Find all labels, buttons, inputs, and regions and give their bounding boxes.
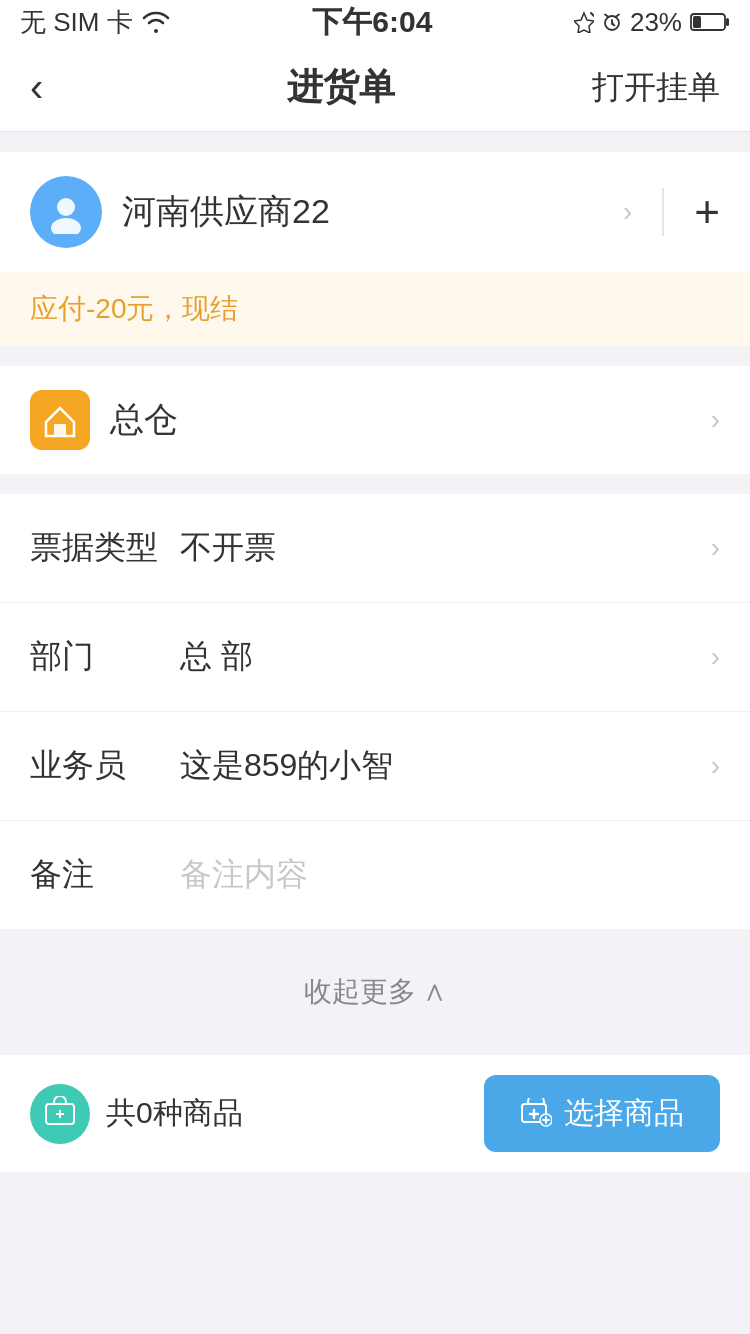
- select-goods-button[interactable]: 选择商品: [484, 1075, 720, 1152]
- location-icon: [574, 11, 594, 33]
- goods-icon: [30, 1084, 90, 1144]
- select-goods-label: 选择商品: [564, 1093, 684, 1134]
- collapse-row[interactable]: 收起更多 ∧: [0, 949, 750, 1035]
- goods-info: 共0种商品: [30, 1084, 243, 1144]
- supplier-divider: [662, 188, 664, 236]
- salesperson-label: 业务员: [30, 744, 160, 788]
- status-bar: 无 SIM 卡 下午6:04 23%: [0, 0, 750, 44]
- nav-bar: ‹ 进货单 打开挂单: [0, 44, 750, 132]
- house-icon: [42, 402, 78, 438]
- supplier-section: 河南供应商22 › + 应付-20元，现结: [0, 152, 750, 346]
- status-bar-right: 23%: [574, 7, 730, 38]
- salesperson-value: 这是859的小智: [160, 744, 711, 788]
- cart-icon: [42, 1096, 78, 1132]
- remarks-row[interactable]: 备注 备注内容: [0, 821, 750, 929]
- battery-percent: 23%: [630, 7, 682, 38]
- svg-rect-3: [693, 16, 701, 28]
- invoice-type-label: 票据类型: [30, 526, 160, 570]
- supplier-avatar: [30, 176, 102, 248]
- wifi-icon: [141, 11, 171, 33]
- gray-fill: [0, 1172, 750, 1334]
- avatar-icon: [44, 190, 88, 234]
- salesperson-row[interactable]: 业务员 这是859的小智 ›: [0, 712, 750, 821]
- warehouse-row[interactable]: 总仓 ›: [0, 366, 750, 474]
- remarks-input[interactable]: 备注内容: [160, 853, 720, 897]
- alarm-icon: [602, 11, 622, 33]
- svg-rect-6: [54, 424, 66, 436]
- supplier-add-button[interactable]: +: [694, 187, 720, 237]
- battery-icon: [690, 11, 730, 33]
- back-button[interactable]: ‹: [30, 65, 90, 110]
- content: 河南供应商22 › + 应付-20元，现结 总仓 › 票据类型 不开票 ›: [0, 152, 750, 1334]
- warehouse-icon: [30, 390, 90, 450]
- department-arrow: ›: [711, 641, 720, 673]
- status-bar-time: 下午6:04: [312, 2, 432, 43]
- goods-count: 共0种商品: [106, 1093, 243, 1134]
- invoice-type-value: 不开票: [160, 526, 711, 570]
- department-row[interactable]: 部门 总 部 ›: [0, 603, 750, 712]
- supplier-arrow-icon: ›: [623, 196, 632, 228]
- warehouse-name: 总仓: [110, 397, 711, 443]
- department-value: 总 部: [160, 635, 711, 679]
- page-title: 进货单: [287, 63, 395, 112]
- collapse-label: 收起更多 ∧: [304, 973, 447, 1011]
- notice-banner: 应付-20元，现结: [0, 272, 750, 346]
- warehouse-section: 总仓 ›: [0, 366, 750, 474]
- salesperson-arrow: ›: [711, 750, 720, 782]
- sim-indicator: 无 SIM 卡: [20, 5, 133, 40]
- department-label: 部门: [30, 635, 160, 679]
- select-goods-icon: [520, 1098, 552, 1130]
- remarks-label: 备注: [30, 853, 160, 897]
- svg-point-4: [57, 198, 75, 216]
- bottom-bar: 共0种商品 选择商品: [0, 1055, 750, 1172]
- warehouse-arrow-icon: ›: [711, 404, 720, 436]
- status-bar-left: 无 SIM 卡: [20, 5, 171, 40]
- supplier-name: 河南供应商22: [122, 189, 623, 235]
- svg-point-5: [51, 218, 81, 234]
- invoice-type-arrow: ›: [711, 532, 720, 564]
- invoice-type-row[interactable]: 票据类型 不开票 ›: [0, 494, 750, 603]
- open-pending-button[interactable]: 打开挂单: [592, 66, 720, 110]
- svg-rect-2: [726, 18, 729, 26]
- form-section: 票据类型 不开票 › 部门 总 部 › 业务员 这是859的小智 › 备注 备注…: [0, 494, 750, 929]
- supplier-row[interactable]: 河南供应商22 › +: [0, 152, 750, 272]
